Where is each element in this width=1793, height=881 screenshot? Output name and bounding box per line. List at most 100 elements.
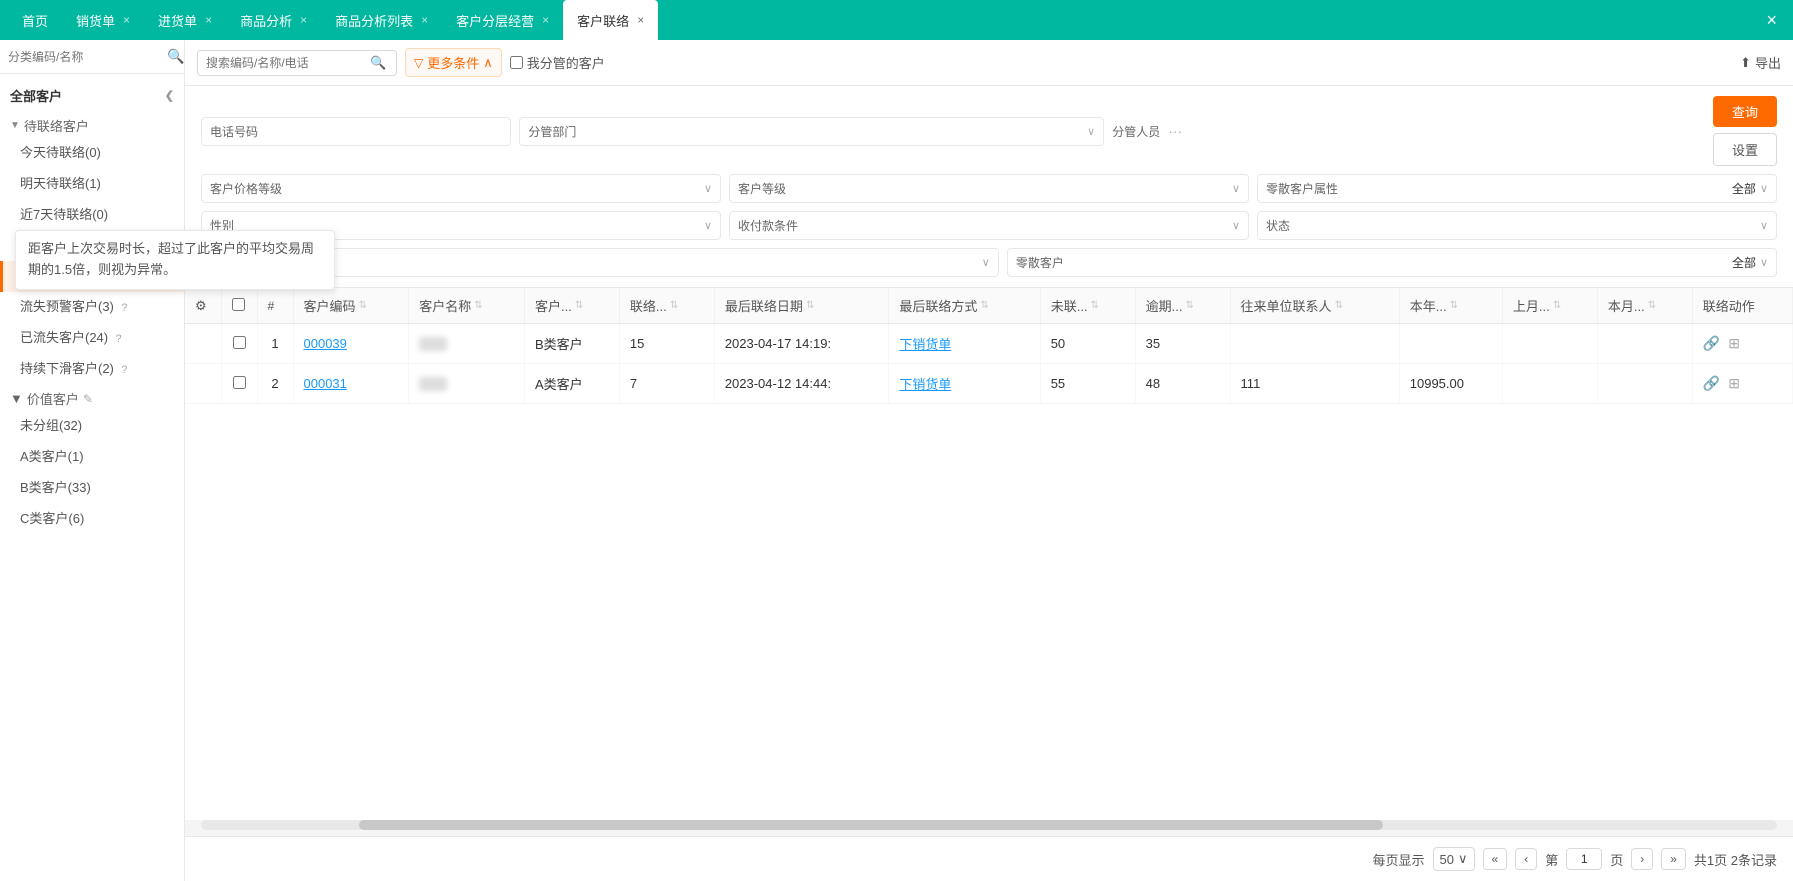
last-method-link-1[interactable]: 下销货单 xyxy=(899,337,951,352)
th-last-month[interactable]: 上月... ⇅ xyxy=(1502,288,1597,324)
sidebar-item-class-c[interactable]: C类客户(6) xyxy=(0,504,184,535)
th-this-year-label: 本年... xyxy=(1410,296,1447,315)
sidebar-search-input[interactable] xyxy=(8,50,163,64)
first-page-button[interactable]: « xyxy=(1483,848,1508,870)
th-code[interactable]: 客户编码 ⇅ xyxy=(293,288,409,324)
sidebar-edit-icon[interactable]: ✎ xyxy=(83,392,93,406)
tab-product-analysis-list[interactable]: 商品分析列表 × xyxy=(321,0,442,40)
th-last-contact-date[interactable]: 最后联络日期 ⇅ xyxy=(714,288,889,324)
tab-customer-segment-close[interactable]: × xyxy=(542,13,549,27)
customer-code-2[interactable]: 000031 xyxy=(304,376,347,391)
td-contact-1: 15 xyxy=(619,324,714,364)
td-name-1[interactable] xyxy=(409,324,525,364)
sidebar-item-unclassified[interactable]: 未分组(32) xyxy=(0,411,184,442)
filter-price-level-label: 客户价格等级 xyxy=(210,180,700,197)
window-close-button[interactable]: × xyxy=(1758,10,1785,31)
th-checkbox[interactable] xyxy=(221,288,257,324)
tab-purchase-order-close[interactable]: × xyxy=(205,13,212,27)
my-customers-checkbox[interactable] xyxy=(510,56,523,69)
select-all-checkbox[interactable] xyxy=(232,298,245,311)
th-level-label: 客户... xyxy=(535,296,572,315)
last-method-link-2[interactable]: 下销货单 xyxy=(899,377,951,392)
row-2-checkbox[interactable] xyxy=(233,376,246,389)
th-last-contact-method[interactable]: 最后联络方式 ⇅ xyxy=(889,288,1040,324)
prev-page-button[interactable]: ‹ xyxy=(1515,848,1537,870)
action-grid-icon-1[interactable]: ⊞ xyxy=(1728,335,1740,352)
td-name-2[interactable] xyxy=(409,364,525,404)
td-checkbox-1[interactable] xyxy=(221,324,257,364)
sort-this-month-icon: ⇅ xyxy=(1648,300,1656,311)
th-settings[interactable]: ⚙ xyxy=(185,288,221,324)
filter-status[interactable]: 状态 ∨ xyxy=(1257,211,1777,240)
tab-sales-order[interactable]: 销货单 × xyxy=(62,0,144,40)
td-code-2[interactable]: 000031 xyxy=(293,364,409,404)
sidebar-group-pending[interactable]: ▼ 待联络客户 xyxy=(0,111,184,138)
search-icon[interactable]: 🔍 xyxy=(370,55,386,71)
table-scrollbar[interactable] xyxy=(201,820,1777,830)
tab-customer-contact-close[interactable]: × xyxy=(637,13,644,27)
last-page-button[interactable]: » xyxy=(1661,848,1686,870)
sidebar-all-customers[interactable]: 全部客户 ❮ xyxy=(0,80,184,111)
action-link-icon-2[interactable]: 🔗 xyxy=(1703,375,1720,392)
th-contact-label: 联络... xyxy=(630,296,667,315)
filter-customer-level[interactable]: 客户等级 ∨ xyxy=(729,174,1249,203)
filter-dept[interactable]: 分管部门 ∨ xyxy=(519,117,1104,146)
export-button[interactable]: ⬆ 导出 xyxy=(1740,53,1781,72)
per-page-select[interactable]: 50 ∨ xyxy=(1433,847,1475,871)
th-name[interactable]: 客户名称 ⇅ xyxy=(409,288,525,324)
sidebar-item-continuous-down[interactable]: 持续下滑客户(2) ? xyxy=(0,354,184,385)
tab-product-analysis-list-close[interactable]: × xyxy=(421,13,428,27)
filter-customer-type[interactable]: 客户类型 ∨ xyxy=(229,248,999,277)
tab-product-analysis-close[interactable]: × xyxy=(300,13,307,27)
sort-contact-icon: ⇅ xyxy=(670,300,678,311)
my-customers-checkbox-area[interactable]: 我分管的客户 xyxy=(510,53,605,72)
scrollbar-thumb[interactable] xyxy=(359,820,1383,830)
sidebar-item-class-b[interactable]: B类客户(33) xyxy=(0,473,184,504)
action-grid-icon-2[interactable]: ⊞ xyxy=(1728,375,1740,392)
query-button[interactable]: 查询 xyxy=(1713,96,1777,127)
th-this-month[interactable]: 本月... ⇅ xyxy=(1597,288,1692,324)
next-page-button[interactable]: › xyxy=(1631,848,1653,870)
sidebar-search-icon[interactable]: 🔍 xyxy=(167,48,184,65)
customer-code-1[interactable]: 000039 xyxy=(304,336,347,351)
td-num-2: 2 xyxy=(257,364,293,404)
tab-home[interactable]: 首页 xyxy=(8,0,62,40)
filter-zero-sell-attr[interactable]: 零散客户属性 全部 ∨ xyxy=(1257,174,1777,203)
sidebar-item-7days[interactable]: 近7天待联络(0) xyxy=(0,200,184,231)
th-not-contact[interactable]: 未联... ⇅ xyxy=(1040,288,1135,324)
manager-ellipsis-button[interactable]: ··· xyxy=(1164,123,1186,139)
th-this-year[interactable]: 本年... ⇅ xyxy=(1399,288,1502,324)
tab-purchase-order[interactable]: 进货单 × xyxy=(144,0,226,40)
settings-icon[interactable]: ⚙ xyxy=(195,298,207,313)
set-button[interactable]: 设置 xyxy=(1713,133,1777,166)
row-1-checkbox[interactable] xyxy=(233,336,246,349)
filter-phone[interactable]: 电话号码 xyxy=(201,117,511,146)
filter-phone-input[interactable] xyxy=(274,124,502,138)
tab-customer-segment[interactable]: 客户分层经营 × xyxy=(442,0,563,40)
td-last-method-2[interactable]: 下销货单 xyxy=(889,364,1040,404)
sidebar-group-value[interactable]: ▼ 价值客户 ✎ xyxy=(0,384,184,411)
action-link-icon-1[interactable]: 🔗 xyxy=(1703,335,1720,352)
tab-sales-order-close[interactable]: × xyxy=(123,13,130,27)
sidebar-item-already-lost[interactable]: 已流失客户(24) ? xyxy=(0,323,184,354)
sidebar-item-today[interactable]: 今天待联络(0) xyxy=(0,138,184,169)
th-unit-contact[interactable]: 往来单位联系人 ⇅ xyxy=(1230,288,1399,324)
th-overdue[interactable]: 逾期... ⇅ xyxy=(1135,288,1230,324)
more-conditions-button[interactable]: ▽ 更多条件 ∧ xyxy=(405,48,502,77)
search-input[interactable] xyxy=(206,56,366,70)
page-input[interactable] xyxy=(1566,848,1602,870)
filter-price-level[interactable]: 客户价格等级 ∨ xyxy=(201,174,721,203)
sidebar-item-lost-preview[interactable]: 流失预警客户(3) ? xyxy=(0,292,184,323)
tab-product-analysis[interactable]: 商品分析 × xyxy=(226,0,321,40)
td-checkbox-2[interactable] xyxy=(221,364,257,404)
td-code-1[interactable]: 000039 xyxy=(293,324,409,364)
tab-customer-contact[interactable]: 客户联络 × xyxy=(563,0,658,40)
filter-payment[interactable]: 收付款条件 ∨ xyxy=(729,211,1249,240)
th-contact[interactable]: 联络... ⇅ xyxy=(619,288,714,324)
td-not-contact-2: 55 xyxy=(1040,364,1135,404)
sidebar-item-tomorrow[interactable]: 明天待联络(1) xyxy=(0,169,184,200)
filter-zero-sell[interactable]: 零散客户 全部 ∨ xyxy=(1007,248,1777,277)
sidebar-item-class-a[interactable]: A类客户(1) xyxy=(0,442,184,473)
td-last-method-1[interactable]: 下销货单 xyxy=(889,324,1040,364)
th-level[interactable]: 客户... ⇅ xyxy=(524,288,619,324)
